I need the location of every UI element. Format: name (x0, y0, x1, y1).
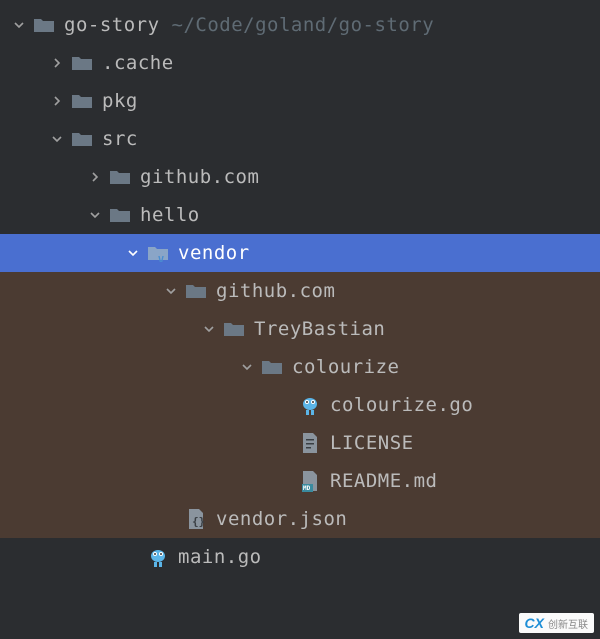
folder-icon (260, 355, 284, 379)
tree-label: vendor (178, 242, 250, 264)
tree-row-pkg[interactable]: pkg (0, 82, 600, 120)
tree-label: .cache (102, 52, 174, 74)
tree-label: go-story (64, 14, 160, 36)
chevron-down-icon[interactable] (238, 358, 256, 376)
path-hint: ~/Code/goland/go-story (172, 14, 435, 36)
tree-row-github-vendor[interactable]: github.com (0, 272, 600, 310)
tree-row-readme[interactable]: MD README.md (0, 462, 600, 500)
svg-text:{}: {} (192, 515, 205, 528)
tree-label: github.com (140, 166, 259, 188)
folder-icon (222, 317, 246, 341)
tree-row-license[interactable]: LICENSE (0, 424, 600, 462)
chevron-down-icon[interactable] (162, 282, 180, 300)
chevron-right-icon[interactable] (48, 92, 66, 110)
tree-label: src (102, 128, 138, 150)
tree-label: main.go (178, 546, 262, 568)
watermark-logo: CX (525, 615, 544, 631)
chevron-right-icon[interactable] (48, 54, 66, 72)
tree-row-github-src[interactable]: github.com (0, 158, 600, 196)
tree-label: LICENSE (330, 432, 414, 454)
tree-row-cache[interactable]: .cache (0, 44, 600, 82)
folder-icon (32, 13, 56, 37)
tree-label: README.md (330, 470, 437, 492)
tree-row-vendor[interactable]: V vendor (0, 234, 600, 272)
tree-row-vendor-json[interactable]: {} vendor.json (0, 500, 600, 538)
folder-icon (184, 279, 208, 303)
chevron-down-icon[interactable] (10, 16, 28, 34)
chevron-down-icon[interactable] (124, 244, 142, 262)
json-file-icon: {} (184, 507, 208, 531)
folder-icon (70, 51, 94, 75)
watermark-text: 创新互联 (548, 616, 588, 631)
folder-icon (108, 203, 132, 227)
go-file-icon (298, 393, 322, 417)
tree-label: pkg (102, 90, 138, 112)
chevron-down-icon[interactable] (48, 130, 66, 148)
tree-label: TreyBastian (254, 318, 385, 340)
go-file-icon (146, 545, 170, 569)
tree-row-src[interactable]: src (0, 120, 600, 158)
folder-vendor-icon: V (146, 241, 170, 265)
chevron-down-icon[interactable] (200, 320, 218, 338)
chevron-right-icon[interactable] (86, 168, 104, 186)
svg-text:MD: MD (303, 485, 311, 492)
tree-row-colourize-go[interactable]: colourize.go (0, 386, 600, 424)
folder-icon (108, 165, 132, 189)
tree-row-main-go[interactable]: main.go (0, 538, 600, 576)
markdown-file-icon: MD (298, 469, 322, 493)
tree-label: hello (140, 204, 200, 226)
tree-row-root[interactable]: go-story ~/Code/goland/go-story (0, 6, 600, 44)
tree-row-colourize[interactable]: colourize (0, 348, 600, 386)
text-file-icon (298, 431, 322, 455)
watermark: CX 创新互联 (519, 613, 594, 633)
tree-row-hello[interactable]: hello (0, 196, 600, 234)
tree-label: vendor.json (216, 508, 347, 530)
tree-label: colourize.go (330, 394, 473, 416)
folder-icon (70, 127, 94, 151)
svg-text:V: V (158, 255, 164, 262)
tree-label: github.com (216, 280, 335, 302)
folder-icon (70, 89, 94, 113)
tree-row-treybastian[interactable]: TreyBastian (0, 310, 600, 348)
project-tree: go-story ~/Code/goland/go-story .cache p… (0, 0, 600, 576)
chevron-down-icon[interactable] (86, 206, 104, 224)
tree-label: colourize (292, 356, 399, 378)
